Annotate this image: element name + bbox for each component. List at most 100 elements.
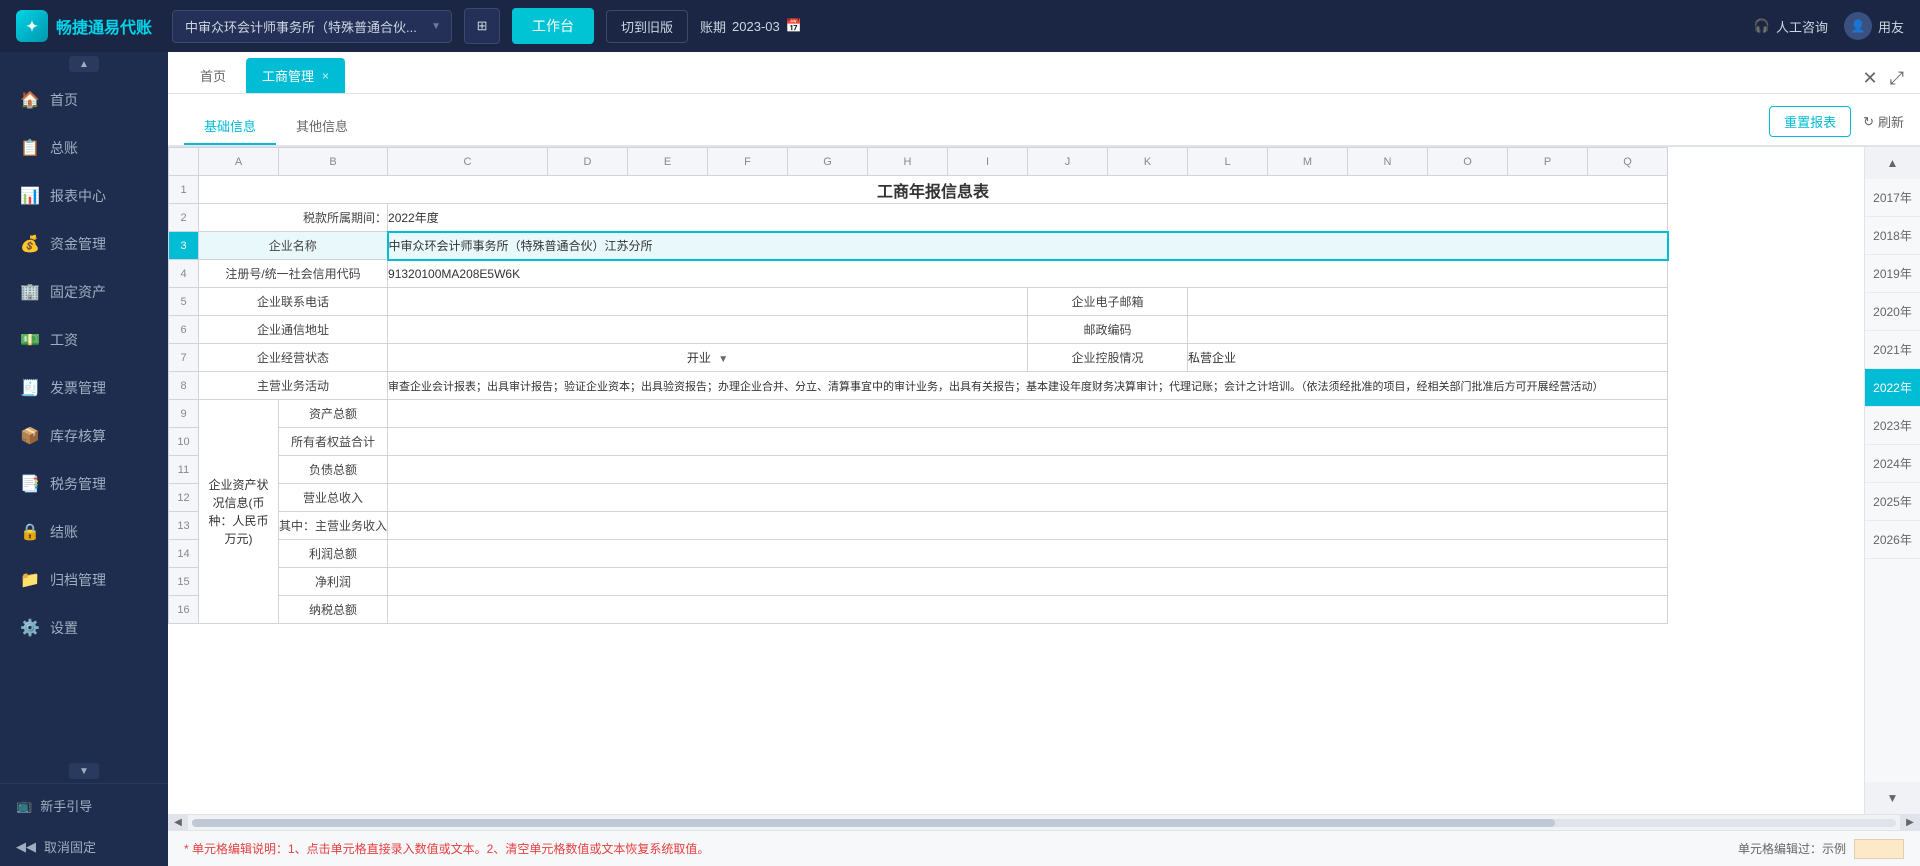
company-info-button[interactable]: ⊞ xyxy=(464,8,500,44)
sidebar-item-tax[interactable]: 📑 税务管理 xyxy=(0,460,168,508)
sidebar-pin[interactable]: ◀◀ 取消固定 xyxy=(0,827,168,866)
cell-13-mainrev-value[interactable] xyxy=(388,512,1668,540)
cell-16-tax-value[interactable] xyxy=(388,596,1668,624)
year-item-2025[interactable]: 2025年 xyxy=(1865,483,1920,521)
cell-1-title[interactable]: 工商年报信息表 xyxy=(199,176,1668,204)
refresh-button[interactable]: ↻ 刷新 xyxy=(1863,112,1904,131)
col-header-n[interactable]: N xyxy=(1348,148,1428,176)
sidebar-item-ledger[interactable]: 📋 总账 xyxy=(0,124,168,172)
sidebar-item-invoice[interactable]: 🧾 发票管理 xyxy=(0,364,168,412)
company-selector[interactable]: 中审众环会计师事务所（特殊普通合伙... ▼ xyxy=(172,10,452,43)
sidebar-item-archive[interactable]: 📁 归档管理 xyxy=(0,556,168,604)
subtab-basic[interactable]: 基础信息 xyxy=(184,108,276,145)
sidebar-up-arrow-icon[interactable]: ▲ xyxy=(69,56,99,72)
sidebar-newuser[interactable]: 📺 新手引导 xyxy=(0,783,168,827)
cell-14-profit-value[interactable] xyxy=(388,540,1668,568)
col-header-a[interactable]: A xyxy=(199,148,279,176)
sidebar-item-salary[interactable]: 💵 工资 xyxy=(0,316,168,364)
cell-12-rev-value[interactable] xyxy=(388,484,1668,512)
status-dropdown-icon[interactable]: ▼ xyxy=(718,354,728,365)
col-header-m[interactable]: M xyxy=(1268,148,1348,176)
col-header-k[interactable]: K xyxy=(1108,148,1188,176)
sidebar-down-arrow-icon[interactable]: ▼ xyxy=(69,763,99,779)
workbench-button[interactable]: 工作台 xyxy=(512,8,594,44)
tab-expand-icon[interactable]: ⤢ xyxy=(1890,68,1904,89)
year-item-2020[interactable]: 2020年 xyxy=(1865,293,1920,331)
col-header-g[interactable]: G xyxy=(788,148,868,176)
sidebar-item-home[interactable]: 🏠 首页 xyxy=(0,76,168,124)
cell-7-status-value[interactable]: 开业 ▼ xyxy=(388,344,1028,372)
cell-4-value[interactable]: 91320100MA208E5W6K xyxy=(388,260,1668,288)
reset-report-button[interactable]: 重置报表 xyxy=(1769,106,1851,137)
row-num-14: 14 xyxy=(169,540,199,568)
row-num-13: 13 xyxy=(169,512,199,540)
year-item-2018[interactable]: 2018年 xyxy=(1865,217,1920,255)
tab-close-all-icon[interactable]: ✕ xyxy=(1863,68,1878,89)
tab-business[interactable]: 工商管理 × xyxy=(246,58,345,93)
hscroll-right-icon[interactable]: ▶ xyxy=(1900,815,1920,831)
hscroll-left-icon[interactable]: ◀ xyxy=(168,815,188,831)
sidebar-item-finance-label: 资金管理 xyxy=(50,234,106,254)
bottom-right: 单元格编辑过：示例 xyxy=(1738,839,1904,859)
sidebar-item-assets[interactable]: 🏢 固定资产 xyxy=(0,268,168,316)
sidebar-item-finance[interactable]: 💰 资金管理 xyxy=(0,220,168,268)
sidebar-item-inventory[interactable]: 📦 库存核算 xyxy=(0,412,168,460)
tab-home[interactable]: 首页 xyxy=(184,58,242,93)
col-header-o[interactable]: O xyxy=(1428,148,1508,176)
sidebar-scroll-down[interactable]: ▼ xyxy=(0,759,168,783)
col-header-p[interactable]: P xyxy=(1508,148,1588,176)
cell-9-assets-value[interactable] xyxy=(388,400,1668,428)
year-panel-up[interactable]: ▲ xyxy=(1865,147,1920,179)
col-header-b[interactable]: B xyxy=(279,148,388,176)
cell-3-value[interactable]: 中审众环会计师事务所（特殊普通合伙）江苏分所 xyxy=(388,232,1668,260)
hscroll-track[interactable] xyxy=(192,819,1896,827)
cell-5-email-value[interactable] xyxy=(1188,288,1668,316)
subtab-other[interactable]: 其他信息 xyxy=(276,108,368,145)
sidebar-scroll-up[interactable]: ▲ xyxy=(0,52,168,76)
tax-icon: 📑 xyxy=(20,474,40,494)
cell-6-address-value[interactable] xyxy=(388,316,1028,344)
switch-version-button[interactable]: 切到旧版 xyxy=(606,10,688,43)
year-item-2024[interactable]: 2024年 xyxy=(1865,445,1920,483)
sidebar-item-reports[interactable]: 📊 报表中心 xyxy=(0,172,168,220)
calendar-icon[interactable]: 📅 xyxy=(786,18,802,34)
cell-5-col1: 企业联系电话 xyxy=(199,288,388,316)
cell-10-equity-value[interactable] xyxy=(388,428,1668,456)
col-header-i[interactable]: I xyxy=(948,148,1028,176)
cell-8-main-value[interactable]: 审查企业会计报表；出具审计报告；验证企业资本；出具验资报告；办理企业合并、分立、… xyxy=(388,372,1668,400)
row-num-4: 4 xyxy=(169,260,199,288)
cell-7-holding-value[interactable]: 私营企业 xyxy=(1188,344,1668,372)
cell-15-netprofit-value[interactable] xyxy=(388,568,1668,596)
year-item-2017[interactable]: 2017年 xyxy=(1865,179,1920,217)
col-header-e[interactable]: E xyxy=(628,148,708,176)
col-header-d[interactable]: D xyxy=(548,148,628,176)
col-header-l[interactable]: L xyxy=(1188,148,1268,176)
year-item-2022[interactable]: 2022年 xyxy=(1865,369,1920,407)
year-item-2023[interactable]: 2023年 xyxy=(1865,407,1920,445)
support-button[interactable]: 🎧 人工咨询 xyxy=(1754,17,1828,36)
hscroll-thumb[interactable] xyxy=(192,819,1555,827)
year-panel-down[interactable]: ▼ xyxy=(1865,782,1920,814)
year-item-2026[interactable]: 2026年 xyxy=(1865,521,1920,559)
cell-5-phone-value[interactable] xyxy=(388,288,1028,316)
col-header-f[interactable]: F xyxy=(708,148,788,176)
year-item-2019[interactable]: 2019年 xyxy=(1865,255,1920,293)
tab-close-icon[interactable]: × xyxy=(322,69,329,83)
spreadsheet-container[interactable]: A B C D E F G H I J K L xyxy=(168,147,1864,814)
col-header-q[interactable]: Q xyxy=(1588,148,1668,176)
year-item-2021[interactable]: 2021年 xyxy=(1865,331,1920,369)
col-header-h[interactable]: H xyxy=(868,148,948,176)
main-layout: ▲ 🏠 首页 📋 总账 📊 报表中心 💰 资金管理 🏢 固定资产 xyxy=(0,52,1920,866)
table-row: 11 负债总额 xyxy=(169,456,1668,484)
table-row: 16 纳税总额 xyxy=(169,596,1668,624)
cell-11-liab-value[interactable] xyxy=(388,456,1668,484)
logo-text: 畅捷通易代账 xyxy=(56,14,152,38)
col-header-c[interactable]: C xyxy=(388,148,548,176)
sidebar-item-settings[interactable]: ⚙️ 设置 xyxy=(0,604,168,652)
col-header-j[interactable]: J xyxy=(1028,148,1108,176)
cell-6-postcode-value[interactable] xyxy=(1188,316,1668,344)
sidebar-item-close[interactable]: 🔒 结账 xyxy=(0,508,168,556)
user-button[interactable]: 👤 用友 xyxy=(1844,12,1904,40)
cell-2-value[interactable]: 2022年度 xyxy=(388,204,1668,232)
row-num-2: 2 xyxy=(169,204,199,232)
